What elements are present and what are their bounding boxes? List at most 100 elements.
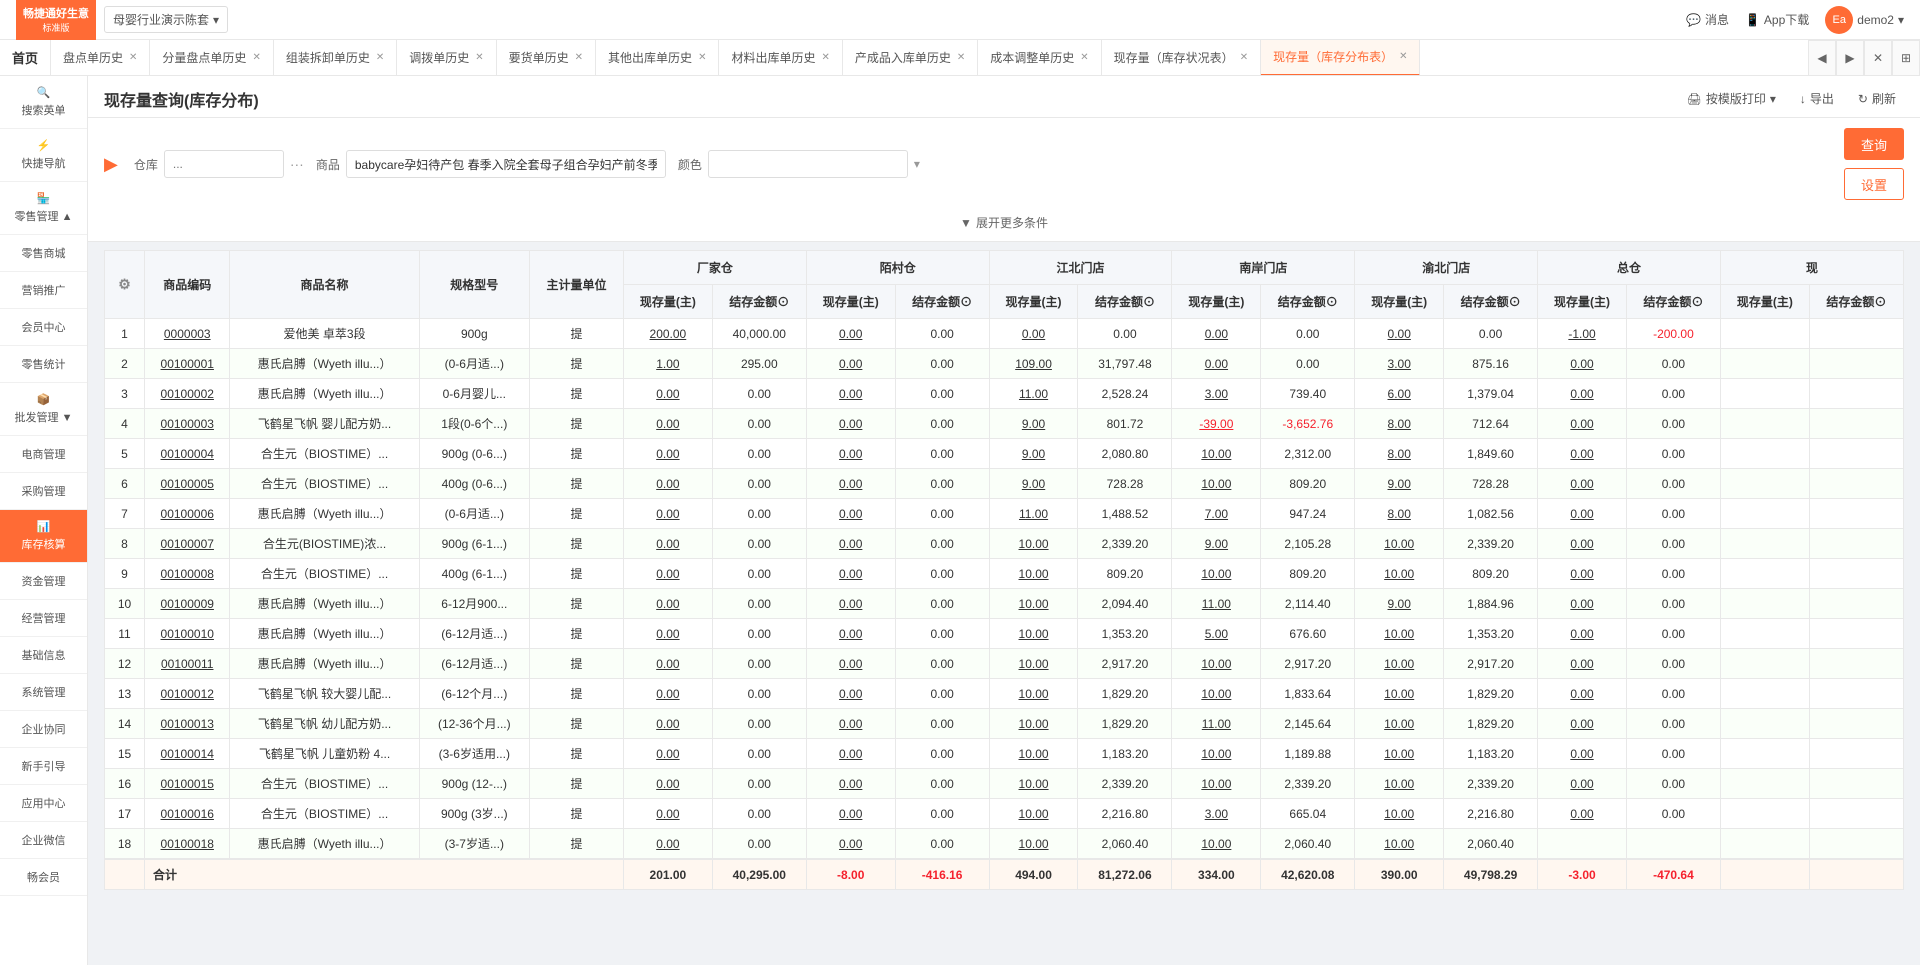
- tab-inventory-single[interactable]: 盘点单历史 ✕: [51, 40, 150, 76]
- cell-total-qty: 0.00: [1538, 469, 1627, 499]
- tab-material-outbound[interactable]: 材料出库单历史 ✕: [719, 40, 842, 76]
- cell-name: 惠氏启膊（Wyeth illu...）: [230, 499, 419, 529]
- tab-close-icon[interactable]: ✕: [376, 52, 384, 63]
- tab-close-icon[interactable]: ✕: [575, 52, 583, 63]
- sidebar-item-vip[interactable]: 畅会员: [0, 859, 87, 896]
- total-m-amt: -416.16: [895, 859, 989, 890]
- sidebar-item-wholesale[interactable]: 📦 批发管理 ▼: [0, 383, 87, 436]
- cell-nb-qty: 10.00: [1172, 739, 1261, 769]
- tab-close-icon[interactable]: ✕: [475, 52, 483, 63]
- goods-input[interactable]: [346, 150, 666, 178]
- cell-extra-amt: [1809, 529, 1903, 559]
- cell-m-qty: 0.00: [806, 799, 895, 829]
- cell-f-amt: 0.00: [712, 589, 806, 619]
- tab-expand-btn[interactable]: ⊞: [1892, 40, 1920, 76]
- tab-close-icon[interactable]: ✕: [698, 52, 706, 63]
- sidebar-item-ecommerce[interactable]: 电商管理: [0, 436, 87, 473]
- cell-extra-amt: [1809, 619, 1903, 649]
- user-menu[interactable]: Ea demo2 ▾: [1825, 6, 1904, 34]
- tab-close-icon[interactable]: ✕: [957, 52, 965, 63]
- messages-btn[interactable]: 💬 消息: [1686, 11, 1729, 28]
- query-button[interactable]: 查询: [1844, 128, 1904, 160]
- tab-partial-inventory[interactable]: 分量盘点单历史 ✕: [150, 40, 273, 76]
- cell-total-qty: 0.00: [1538, 529, 1627, 559]
- cell-nb-qty: -39.00: [1172, 409, 1261, 439]
- tab-stock-status[interactable]: 现存量（库存状况表）✕: [1102, 40, 1261, 76]
- filter-collapse-btn[interactable]: ▶: [104, 154, 118, 175]
- refresh-btn[interactable]: ↻ 刷新: [1850, 86, 1904, 111]
- inventory-icon: 📊: [37, 520, 51, 533]
- cell-yb-qty: 10.00: [1355, 619, 1444, 649]
- col-group-total: 总仓: [1538, 251, 1721, 285]
- tab-close-icon[interactable]: ✕: [1399, 51, 1407, 62]
- cell-extra-qty: [1720, 649, 1809, 679]
- sidebar-item-retail[interactable]: 🏪 零售管理 ▲: [0, 182, 87, 235]
- warehouse-dots[interactable]: ···: [290, 156, 304, 172]
- sidebar-item-retail-mall[interactable]: 零售商城: [0, 235, 87, 272]
- tab-cost-adjustment[interactable]: 成本调整单历史 ✕: [978, 40, 1101, 76]
- cell-yb-amt: 2,060.40: [1444, 829, 1538, 860]
- sidebar-item-operations[interactable]: 经营管理: [0, 600, 87, 637]
- cell-yb-amt: 2,216.80: [1444, 799, 1538, 829]
- industry-selector[interactable]: 母婴行业演示陈套 ▾: [104, 6, 228, 33]
- cell-m-qty: 0.00: [806, 829, 895, 860]
- tab-close-icon[interactable]: ✕: [252, 52, 260, 63]
- tab-close-icon[interactable]: ✕: [821, 52, 829, 63]
- tab-transfer[interactable]: 调拨单历史 ✕: [397, 40, 496, 76]
- sidebar-item-marketing[interactable]: 营销推广: [0, 272, 87, 309]
- print-btn[interactable]: 🖨 按模版打印 ▾: [1679, 86, 1784, 111]
- app-download-btn[interactable]: 📱 App下载: [1745, 11, 1809, 28]
- tab-close-icon[interactable]: ✕: [129, 52, 137, 63]
- cell-yb-amt: 2,917.20: [1444, 649, 1538, 679]
- cell-unit: 提: [529, 679, 623, 709]
- sidebar-item-base[interactable]: 基础信息: [0, 637, 87, 674]
- settings-gear-icon[interactable]: ⚙: [118, 276, 131, 292]
- cell-jb-qty: 10.00: [989, 769, 1078, 799]
- total-f-amt: 40,295.00: [712, 859, 806, 890]
- cell-total-qty: 0.00: [1538, 679, 1627, 709]
- sidebar-item-inventory[interactable]: 📊 库存核算: [0, 510, 87, 563]
- tab-home[interactable]: 首页: [0, 40, 51, 76]
- tab-next-btn[interactable]: ▶: [1836, 40, 1864, 76]
- sidebar-item-guide[interactable]: 新手引导: [0, 748, 87, 785]
- sidebar-item-retail-stat[interactable]: 零售统计: [0, 346, 87, 383]
- sidebar-item-member[interactable]: 会员中心: [0, 309, 87, 346]
- tab-prev-btn[interactable]: ◀: [1808, 40, 1836, 76]
- sidebar-item-purchase[interactable]: 采购管理: [0, 473, 87, 510]
- sidebar-item-finance[interactable]: 资金管理: [0, 563, 87, 600]
- tab-assembly[interactable]: 组装拆卸单历史 ✕: [274, 40, 397, 76]
- table-row: 18 00100018 惠氏启膊（Wyeth illu...） (3-7岁适..…: [105, 829, 1904, 860]
- cell-nb-amt: 2,145.64: [1261, 709, 1355, 739]
- col-group-mocun: 陌村仓: [806, 251, 989, 285]
- sidebar-item-shortcut[interactable]: ⚡ 快捷导航: [0, 129, 87, 182]
- messages-label: 消息: [1705, 11, 1729, 28]
- tab-stock-dist[interactable]: 现存量（库存分布表）✕: [1261, 40, 1420, 76]
- expand-filter-btn[interactable]: ▼ 展开更多条件: [960, 214, 1048, 231]
- tab-close-icon[interactable]: ✕: [1240, 52, 1248, 63]
- sidebar-item-wechat[interactable]: 企业微信: [0, 822, 87, 859]
- total-m-qty: -8.00: [806, 859, 895, 890]
- export-btn[interactable]: ↓ 导出: [1792, 86, 1842, 111]
- warehouse-input[interactable]: [164, 150, 284, 178]
- cell-yb-amt: 1,829.20: [1444, 709, 1538, 739]
- cell-f-amt: 0.00: [712, 619, 806, 649]
- cell-code: 00100003: [145, 409, 230, 439]
- tab-product-inbound[interactable]: 产成品入库单历史 ✕: [843, 40, 978, 76]
- sidebar-item-search[interactable]: 🔍 搜索英单: [0, 76, 87, 129]
- tab-requisition[interactable]: 要货单历史 ✕: [497, 40, 596, 76]
- cell-total-amt: 0.00: [1626, 739, 1720, 769]
- sidebar-item-enterprise[interactable]: 企业协同: [0, 711, 87, 748]
- sidebar-item-system[interactable]: 系统管理: [0, 674, 87, 711]
- setting-button[interactable]: 设置: [1844, 168, 1904, 200]
- cell-jb-qty: 10.00: [989, 709, 1078, 739]
- cell-f-amt: 295.00: [712, 349, 806, 379]
- cell-nb-amt: 665.04: [1261, 799, 1355, 829]
- tab-other-outbound[interactable]: 其他出库单历史 ✕: [596, 40, 719, 76]
- color-input[interactable]: [708, 150, 908, 178]
- filter-goods: 商品: [316, 150, 666, 178]
- tab-close-all-btn[interactable]: ✕: [1864, 40, 1892, 76]
- cell-total-qty: 0.00: [1538, 499, 1627, 529]
- tab-close-icon[interactable]: ✕: [1080, 52, 1088, 63]
- total-yb-qty: 390.00: [1355, 859, 1444, 890]
- sidebar-item-apps[interactable]: 应用中心: [0, 785, 87, 822]
